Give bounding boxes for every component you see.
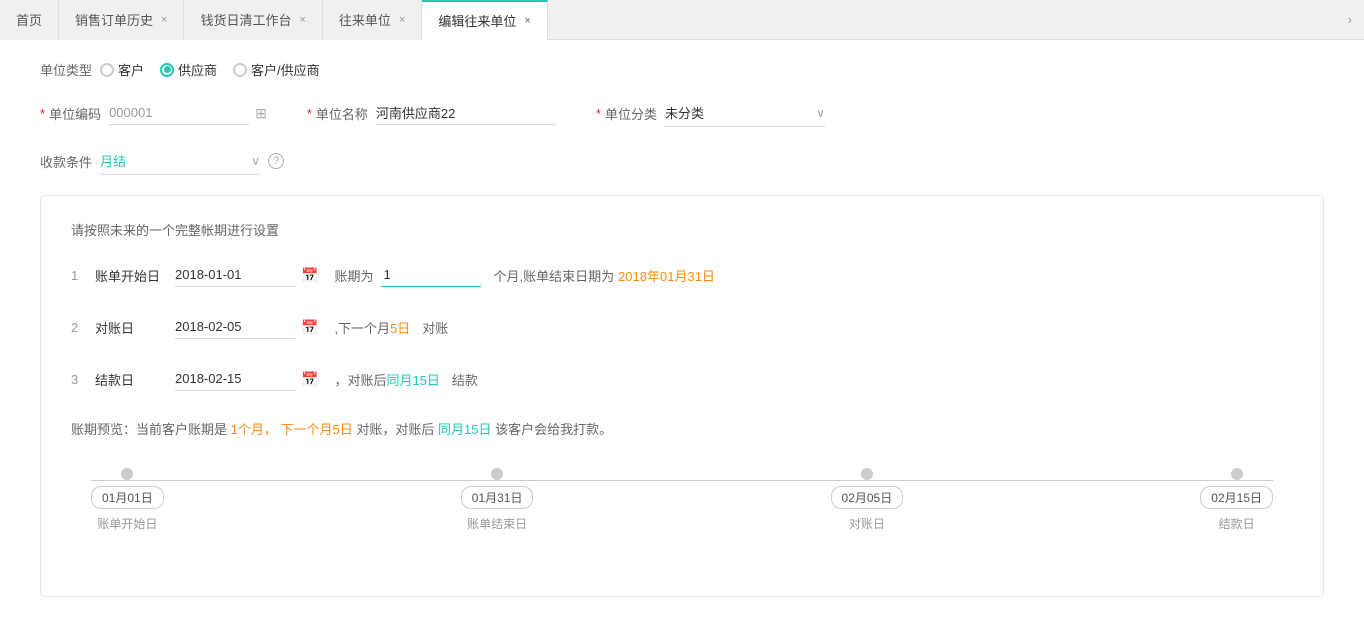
timeline-point-1: 01月01日 账单开始日 xyxy=(91,468,164,532)
radio-both[interactable]: 客户/供应商 xyxy=(233,60,320,79)
period-suffix-1: 账期为 xyxy=(334,266,373,285)
category-value: 未分类 xyxy=(665,103,812,122)
period-date-input-1[interactable] xyxy=(175,263,295,287)
help-icon[interactable]: ? xyxy=(268,153,284,169)
timeline-point-3: 02月05日 对账日 xyxy=(831,468,904,532)
timeline-dot-1 xyxy=(121,468,133,480)
timeline: 01月01日 账单开始日 01月31日 账单结束日 02月05日 对账日 xyxy=(71,468,1293,572)
timeline-badge-4: 02月15日 xyxy=(1200,486,1273,509)
period-suffix2: 对账 xyxy=(422,318,448,337)
period-suffix2-pre: ,下一个月 xyxy=(334,318,390,337)
code-name-cat-row: * 单位编码 ⊞ * 单位名称 * 单位分类 未分类 ∨ xyxy=(40,99,1324,127)
period-label-1: 账单开始日 xyxy=(95,266,175,285)
period-months-input[interactable] xyxy=(381,263,481,287)
preview-text: 账期预览：当前客户账期是 1个月， 下一个月5日 对账，对账后 同月15日 该客… xyxy=(71,419,1293,438)
period-suffix3: 结款 xyxy=(452,370,478,389)
period-row-3: 3 结款日 📅 ，对账后 同月15日 结款 xyxy=(71,367,1293,391)
tab-sales-history[interactable]: 销售订单历史 × xyxy=(59,0,184,40)
unit-type-radio-group: 客户 供应商 客户/供应商 xyxy=(100,60,320,79)
radio-dot-supplier xyxy=(164,66,171,73)
cat-required: * xyxy=(596,106,601,121)
radio-circle-both xyxy=(233,63,247,77)
name-required: * xyxy=(307,106,312,121)
period-label-2: 对账日 xyxy=(95,318,175,337)
period-num-1: 1 xyxy=(71,268,95,283)
period-suffix3-pre: ，对账后 xyxy=(334,370,386,389)
name-group: * 单位名称 xyxy=(307,101,556,125)
code-label: 单位编码 xyxy=(49,104,101,123)
close-icon[interactable]: × xyxy=(161,14,167,26)
timeline-badge-3: 02月05日 xyxy=(831,486,904,509)
close-icon[interactable]: × xyxy=(399,14,405,26)
period-label-3: 结款日 xyxy=(95,370,175,389)
period-settings-box: 请按照未来的一个完整帐期进行设置 1 账单开始日 📅 账期为 个月,账单结束日期… xyxy=(40,195,1324,597)
timeline-label-4: 结款日 xyxy=(1219,515,1255,532)
radio-customer[interactable]: 客户 xyxy=(100,60,144,79)
tab-edit-unit[interactable]: 编辑往来单位 × xyxy=(422,0,547,40)
chevron-down-icon: ∨ xyxy=(816,106,825,120)
payment-label: 收款条件 xyxy=(40,152,92,171)
close-icon[interactable]: × xyxy=(524,15,530,27)
payment-value: 月结 xyxy=(100,151,251,170)
chevron-down-icon: ∨ xyxy=(251,154,260,168)
tab-bar: 首页 销售订单历史 × 钱货日清工作台 × 往来单位 × 编辑往来单位 × › xyxy=(0,0,1364,40)
period-box-title: 请按照未来的一个完整帐期进行设置 xyxy=(71,220,1293,239)
period-same-month: 同月15日 xyxy=(386,370,439,389)
unit-type-row: 单位类型 客户 供应商 客户/供应商 xyxy=(40,60,1324,79)
period-row-2: 2 对账日 📅 ,下一个月5日 对账 xyxy=(71,315,1293,339)
radio-circle-supplier xyxy=(160,63,174,77)
period-row-1: 1 账单开始日 📅 账期为 个月,账单结束日期为 2018年01月31日 xyxy=(71,263,1293,287)
timeline-point-4: 02月15日 结款日 xyxy=(1200,468,1273,532)
timeline-dot-3 xyxy=(861,468,873,480)
radio-circle-customer xyxy=(100,63,114,77)
timeline-badge-2: 01月31日 xyxy=(461,486,534,509)
preview-months: 1个月， xyxy=(231,422,277,437)
name-label: 单位名称 xyxy=(316,104,368,123)
preview-payment-date: 同月15日 xyxy=(438,422,491,437)
timeline-badge-1: 01月01日 xyxy=(91,486,164,509)
tab-related-unit[interactable]: 往来单位 × xyxy=(323,0,422,40)
period-date-input-3[interactable] xyxy=(175,367,295,391)
code-input[interactable] xyxy=(109,101,249,125)
calendar-icon-1[interactable]: 📅 xyxy=(301,267,318,284)
timeline-label-1: 账单开始日 xyxy=(97,515,157,532)
period-num-3: 3 xyxy=(71,372,95,387)
tab-arrow[interactable]: › xyxy=(1336,12,1364,27)
code-required: * xyxy=(40,106,45,121)
period-date-input-2[interactable] xyxy=(175,315,295,339)
category-dropdown[interactable]: 未分类 ∨ xyxy=(665,99,825,127)
timeline-point-2: 01月31日 账单结束日 xyxy=(461,468,534,532)
preview-reconcile: 下一个月5日 xyxy=(281,422,353,437)
payment-dropdown[interactable]: 月结 ∨ xyxy=(100,147,260,175)
period-num-2: 2 xyxy=(71,320,95,335)
radio-supplier[interactable]: 供应商 xyxy=(160,60,217,79)
tab-home[interactable]: 首页 xyxy=(0,0,59,40)
period-months-label: 个月,账单结束日期为 xyxy=(493,266,614,285)
calendar-icon-2[interactable]: 📅 xyxy=(301,319,318,336)
period-next-month: 5日 xyxy=(390,318,410,337)
category-group: * 单位分类 未分类 ∨ xyxy=(596,99,825,127)
name-input[interactable] xyxy=(376,101,556,125)
cat-label: 单位分类 xyxy=(605,104,657,123)
period-end-date: 2018年01月31日 xyxy=(618,266,715,285)
timeline-dot-4 xyxy=(1231,468,1243,480)
unit-type-label: 单位类型 xyxy=(40,60,92,79)
close-icon[interactable]: × xyxy=(299,14,305,26)
preview-section: 账期预览：当前客户账期是 1个月， 下一个月5日 对账，对账后 同月15日 该客… xyxy=(71,399,1293,572)
copy-icon[interactable]: ⊞ xyxy=(255,105,267,122)
payment-row: 收款条件 月结 ∨ ? xyxy=(40,147,1324,175)
timeline-dot-2 xyxy=(491,468,503,480)
code-group: * 单位编码 ⊞ xyxy=(40,101,267,125)
tab-cash-work[interactable]: 钱货日清工作台 × xyxy=(184,0,322,40)
timeline-label-3: 对账日 xyxy=(849,515,885,532)
timeline-label-2: 账单结束日 xyxy=(467,515,527,532)
calendar-icon-3[interactable]: 📅 xyxy=(301,371,318,388)
main-content: 单位类型 客户 供应商 客户/供应商 * 单位编码 ⊞ xyxy=(0,40,1364,617)
